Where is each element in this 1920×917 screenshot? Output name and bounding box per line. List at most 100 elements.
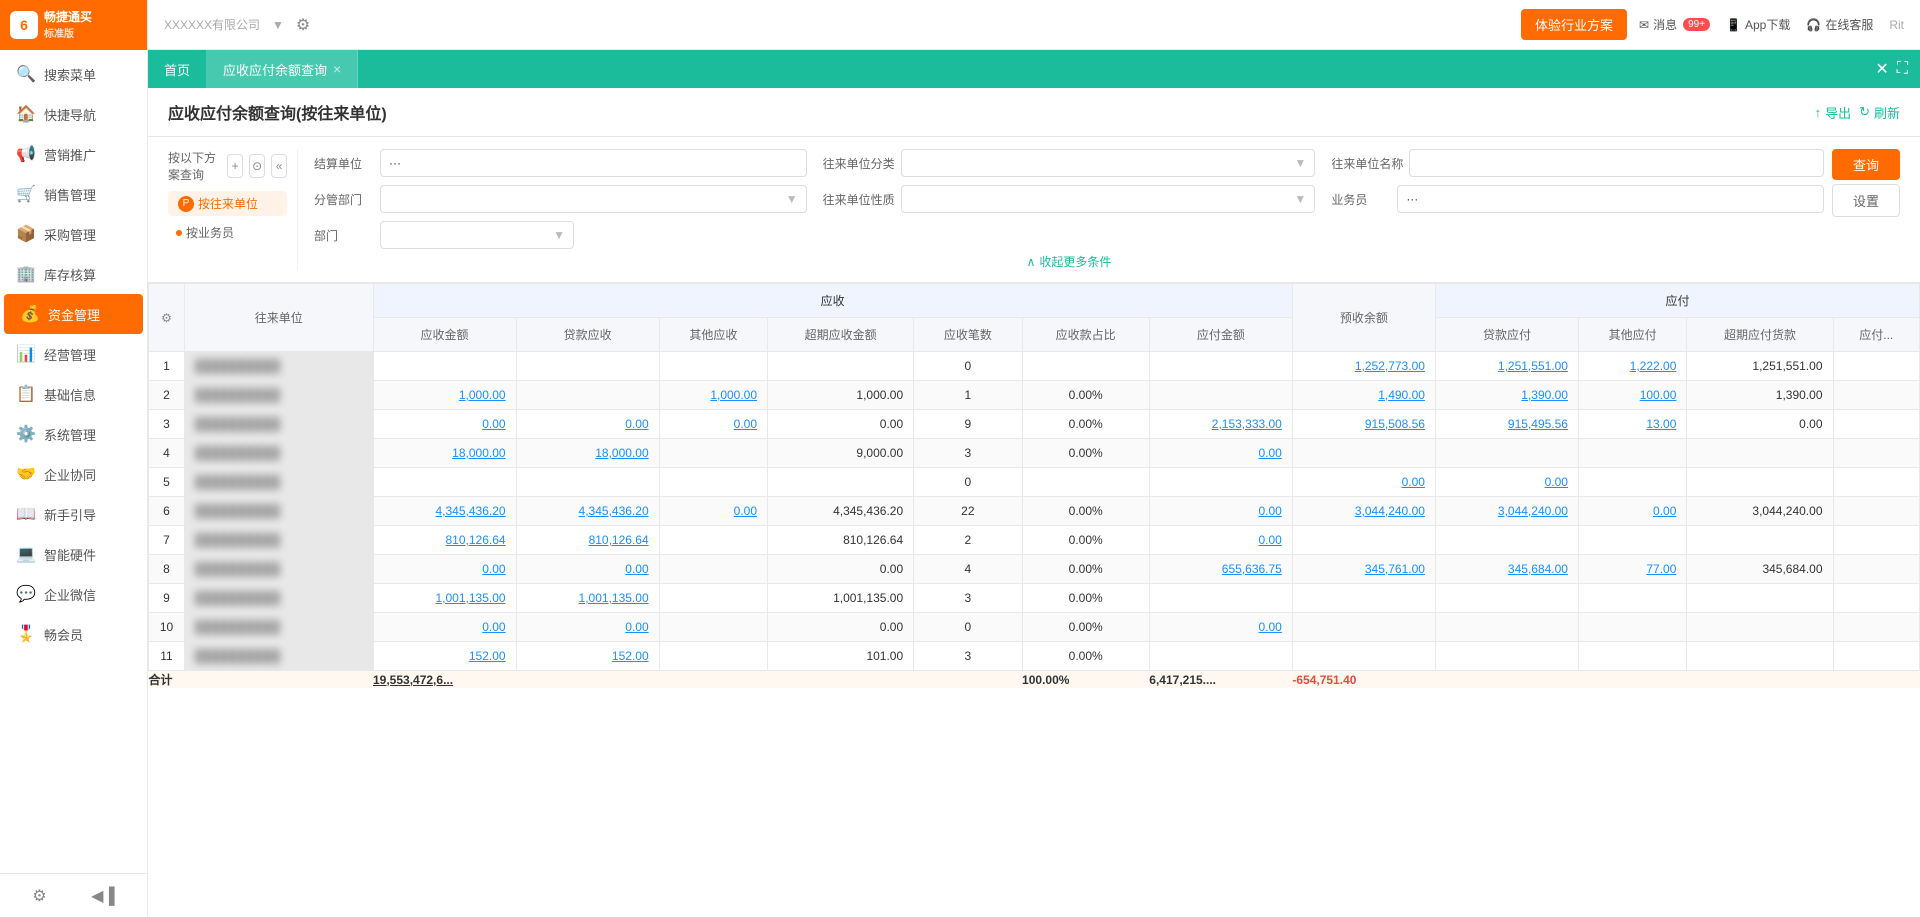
- dept-manager-input[interactable]: ▼: [380, 185, 807, 213]
- settlement-unit-input[interactable]: ···: [380, 149, 807, 177]
- partner-nature-chevron: ▼: [1294, 192, 1306, 206]
- partner-name-label: 往来单位名称: [1331, 155, 1403, 172]
- service-icon: 🎧: [1806, 18, 1821, 32]
- partner-nature-input[interactable]: ▼: [901, 185, 1316, 213]
- dept-chevron: ▼: [553, 228, 565, 242]
- sidebar-item-wechat[interactable]: 💬 企业微信: [0, 574, 147, 614]
- sidebar-item-member[interactable]: 🎖️ 畅会员: [0, 614, 147, 654]
- partner-name-group: 往来单位名称: [1331, 149, 1824, 177]
- query-button[interactable]: 查询: [1832, 149, 1900, 180]
- header-settings-icon[interactable]: ⚙: [296, 15, 310, 35]
- th-ap-other: 其他应付: [1578, 318, 1686, 352]
- app-logo: 6 畅捷通买 标准版: [0, 0, 147, 50]
- partner-name: ██████████: [185, 439, 374, 468]
- salesperson-input[interactable]: ···: [1397, 185, 1824, 213]
- th-ar-ratio: 应收款占比: [1022, 318, 1149, 352]
- filter-inputs-panel: 结算单位 ··· 往来单位分类 ▼: [314, 149, 1900, 270]
- th-ar-loan: 贷款应收: [516, 318, 659, 352]
- promo-button[interactable]: 体验行业方案: [1521, 9, 1627, 40]
- partner-name: ██████████: [185, 613, 374, 642]
- refresh-button[interactable]: ↻ 刷新: [1859, 103, 1900, 122]
- guide-icon: 📖: [16, 504, 36, 524]
- sidebar-collapse-button[interactable]: ◀▐: [91, 886, 115, 906]
- dept-manager-label: 分管部门: [314, 191, 374, 208]
- filter-row-3: 部门 ▼: [314, 221, 1824, 249]
- sidebar-item-guide[interactable]: 📖 新手引导: [0, 494, 147, 534]
- partner-category-input[interactable]: ▼: [901, 149, 1316, 177]
- filter-collapse-button[interactable]: «: [271, 154, 287, 178]
- home-icon: 🏠: [16, 104, 36, 124]
- filter-scheme-by-partner[interactable]: P 按往来单位: [168, 191, 287, 216]
- filter-scheme-by-staff[interactable]: 按业务员: [168, 220, 287, 245]
- table-row: 2██████████1,000.001,000.001,000.0010.00…: [149, 381, 1920, 410]
- sidebar-item-finance[interactable]: 💰 资金管理: [4, 294, 143, 334]
- table-row: 10██████████0.000.000.0000.00%0.00: [149, 613, 1920, 642]
- footer-ar-other: [659, 671, 767, 689]
- table-settings-icon[interactable]: ⚙: [161, 311, 172, 325]
- settlement-unit-label: 结算单位: [314, 155, 374, 172]
- sidebar-item-collab[interactable]: 🤝 企业协同: [0, 454, 147, 494]
- filter-row-1: 结算单位 ··· 往来单位分类 ▼: [314, 149, 1824, 177]
- tab-home-label: 首页: [164, 60, 190, 79]
- footer-ar-total[interactable]: 19,553,472,6...: [373, 671, 516, 689]
- marketing-icon: 📢: [16, 144, 36, 164]
- th-ar-group: 应收: [373, 284, 1292, 318]
- filter-row-2: 分管部门 ▼ 往来单位性质 ▼: [314, 185, 1824, 213]
- data-table-container: ⚙ 往来单位 应收 预收余额 应付 应收金额 贷款应收 其他应收 超期应收金额 …: [148, 283, 1920, 917]
- page-actions: ↑ 导出 ↻ 刷新: [1815, 103, 1900, 122]
- dept-input[interactable]: ▼: [380, 221, 574, 249]
- filter-scheme-panel: 按以下方案查询 + ⊙ « P 按往来单位 按业务员: [168, 149, 298, 270]
- sidebar-footer: ⚙ ◀▐: [0, 873, 147, 917]
- sidebar-item-basic[interactable]: 📋 基础信息: [0, 374, 147, 414]
- th-partner: 往来单位: [185, 284, 374, 352]
- header-nav: XXXXXX有限公司 ▼ ⚙: [164, 15, 1509, 35]
- tab-close-icon[interactable]: ×: [333, 62, 341, 76]
- table-footer-row: 合计 19,553,472,6... 100.00% 6,417,215....…: [149, 671, 1920, 689]
- th-ar-count: 应收笔数: [914, 318, 1022, 352]
- sidebar-item-search[interactable]: 🔍 搜索菜单: [0, 54, 147, 94]
- partner-name: ██████████: [185, 555, 374, 584]
- sidebar-item-system[interactable]: ⚙️ 系统管理: [0, 414, 147, 454]
- basic-icon: 📋: [16, 384, 36, 404]
- table-row: 8██████████0.000.000.0040.00%655,636.753…: [149, 555, 1920, 584]
- footer-ar-loan: [516, 671, 659, 689]
- collapse-button[interactable]: ∧ 收起更多条件: [314, 253, 1824, 270]
- messages-button[interactable]: ✉ 消息 99+: [1639, 16, 1710, 33]
- footer-ar-overdue: [768, 671, 914, 689]
- sidebar-item-marketing[interactable]: 📢 营销推广: [0, 134, 147, 174]
- app-download-button[interactable]: 📱 App下载: [1726, 16, 1790, 33]
- export-button[interactable]: ↑ 导出: [1815, 103, 1852, 122]
- tab-home[interactable]: 首页: [148, 50, 207, 88]
- partner-name: ██████████: [185, 497, 374, 526]
- partner-category-group: 往来单位分类 ▼: [823, 149, 1316, 177]
- th-ar-amount: 应收金额: [373, 318, 516, 352]
- partner-name: ██████████: [185, 584, 374, 613]
- footer-ar-ratio: 100.00%: [1022, 671, 1149, 689]
- sidebar-item-purchase[interactable]: 📦 采购管理: [0, 214, 147, 254]
- staff-scheme-dot: [176, 230, 182, 236]
- salesperson-label: 业务员: [1331, 191, 1391, 208]
- customer-service-button[interactable]: 🎧 在线客服: [1806, 16, 1873, 33]
- partner-name-input[interactable]: [1409, 149, 1824, 177]
- logo-icon: 6: [10, 11, 38, 39]
- hardware-icon: 💻: [16, 544, 36, 564]
- filter-settings-button[interactable]: ⊙: [249, 154, 265, 178]
- settings-button[interactable]: 设置: [1832, 184, 1900, 217]
- query-buttons: 查询 设置: [1832, 149, 1900, 270]
- message-icon: ✉: [1639, 18, 1649, 32]
- table-row: 11██████████152.00152.00101.0030.00%: [149, 642, 1920, 671]
- tab-fullscreen-icon[interactable]: ⛶: [1897, 60, 1908, 78]
- sidebar-item-quicknav[interactable]: 🏠 快捷导航: [0, 94, 147, 134]
- partner-name: ██████████: [185, 352, 374, 381]
- sidebar-item-inventory[interactable]: 🏢 库存核算: [0, 254, 147, 294]
- sidebar-item-operation[interactable]: 📊 经营管理: [0, 334, 147, 374]
- tab-ar-ap[interactable]: 应收应付余额查询 ×: [207, 50, 358, 88]
- tab-close-all-icon[interactable]: ✕: [1875, 59, 1888, 79]
- sidebar-item-hardware[interactable]: 💻 智能硬件: [0, 534, 147, 574]
- dept-manager-group: 分管部门 ▼: [314, 185, 807, 213]
- sidebar: 6 畅捷通买 标准版 🔍 搜索菜单 🏠 快捷导航 📢 营销推广 🛒 销售管理 📦…: [0, 0, 148, 917]
- sidebar-item-sales[interactable]: 🛒 销售管理: [0, 174, 147, 214]
- sidebar-settings-button[interactable]: ⚙: [32, 886, 46, 906]
- salesperson-group: 业务员 ···: [1331, 185, 1824, 213]
- filter-add-button[interactable]: +: [227, 154, 243, 178]
